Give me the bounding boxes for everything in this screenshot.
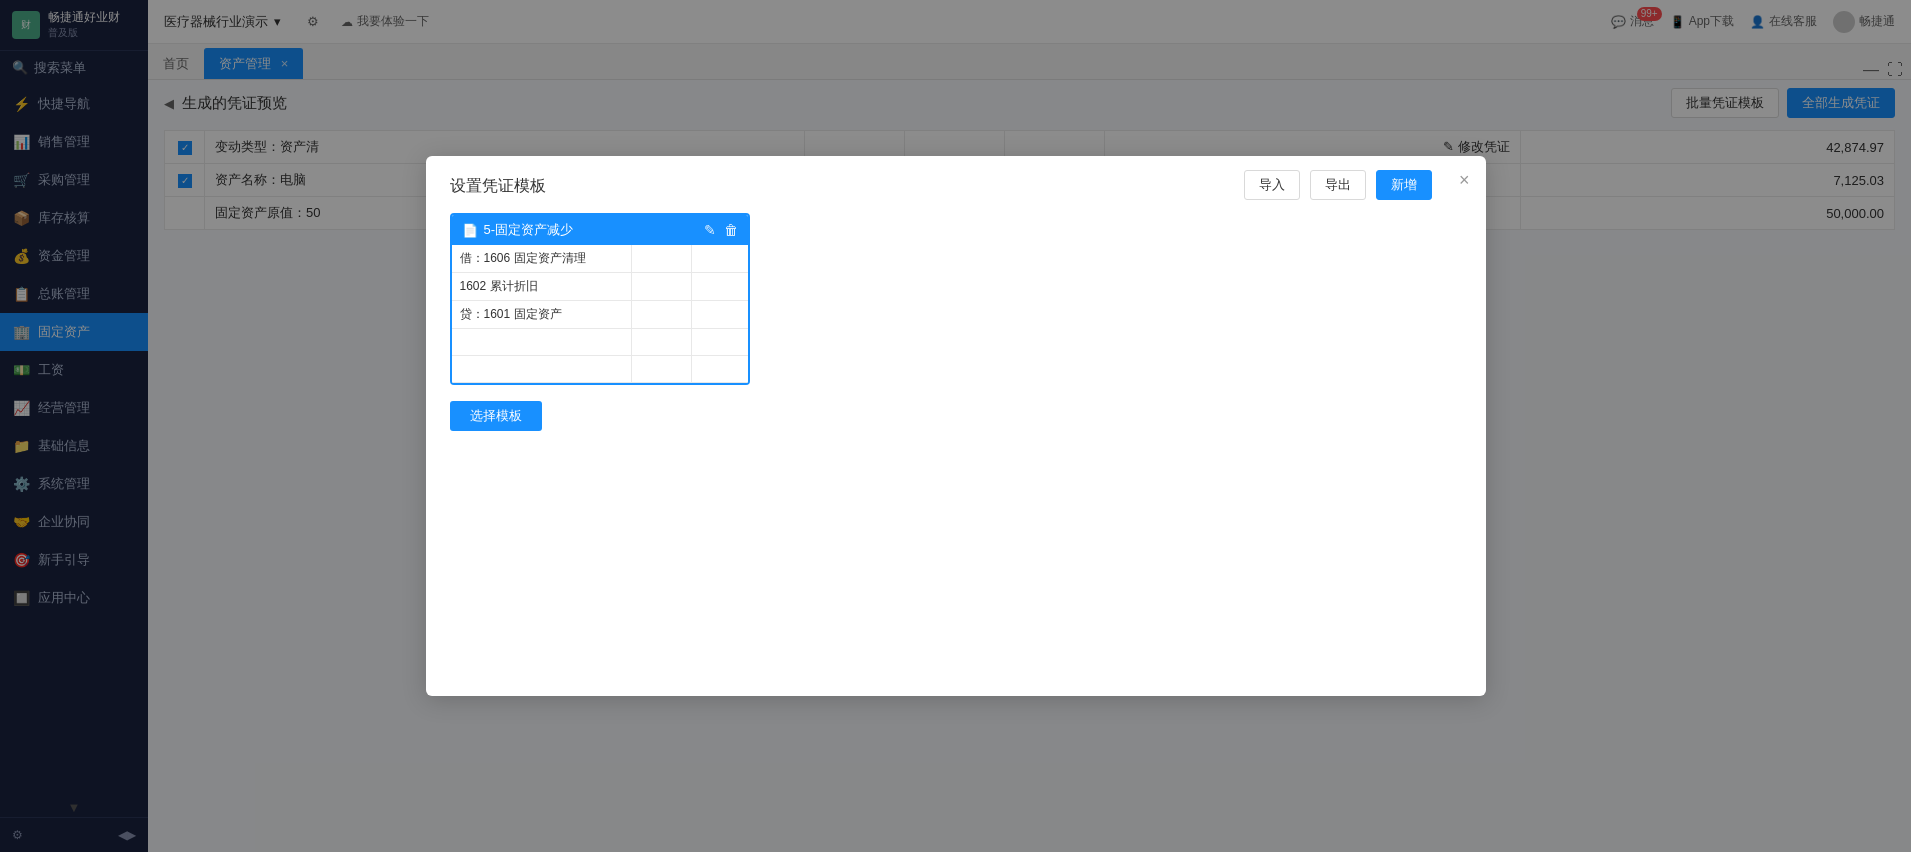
template-debit-cell bbox=[632, 273, 692, 300]
template-delete-button[interactable]: 🗑 bbox=[724, 222, 738, 238]
template-account-cell: 借：1606 固定资产清理 bbox=[452, 245, 632, 272]
modal-close-button[interactable]: × bbox=[1459, 170, 1470, 191]
template-header-actions: ✎ 🗑 bbox=[704, 222, 738, 238]
choose-template-button[interactable]: 选择模板 bbox=[450, 401, 542, 431]
template-debit-cell bbox=[632, 301, 692, 328]
new-template-button[interactable]: 新增 bbox=[1376, 170, 1432, 200]
modal-action-buttons: 导入 导出 新增 bbox=[1244, 170, 1432, 200]
template-account-cell: 1602 累计折旧 bbox=[452, 273, 632, 300]
template-card: 📄 5-固定资产减少 ✎ 🗑 借：1606 固定资产清理 1602 累计折旧 bbox=[450, 213, 750, 385]
template-debit-cell bbox=[632, 245, 692, 272]
template-doc-icon: 📄 bbox=[462, 223, 478, 238]
template-empty-cell bbox=[632, 329, 692, 355]
template-row: 贷：1601 固定资产 bbox=[452, 301, 748, 329]
modal-body: 📄 5-固定资产减少 ✎ 🗑 借：1606 固定资产清理 1602 累计折旧 bbox=[426, 213, 1486, 455]
template-credit-cell bbox=[692, 245, 750, 272]
template-empty-cell bbox=[632, 356, 692, 382]
template-account-cell: 贷：1601 固定资产 bbox=[452, 301, 632, 328]
template-credit-cell bbox=[692, 273, 750, 300]
template-row: 1602 累计折旧 bbox=[452, 273, 748, 301]
template-title: 5-固定资产减少 bbox=[484, 221, 574, 239]
template-empty-cell bbox=[692, 329, 750, 355]
template-card-body: 借：1606 固定资产清理 1602 累计折旧 贷：1601 固定资产 bbox=[452, 245, 748, 383]
template-empty-cell bbox=[692, 356, 750, 382]
template-credit-cell bbox=[692, 301, 750, 328]
export-button[interactable]: 导出 bbox=[1310, 170, 1366, 200]
template-empty-row bbox=[452, 356, 748, 383]
template-edit-button[interactable]: ✎ bbox=[704, 222, 716, 238]
template-row: 借：1606 固定资产清理 bbox=[452, 245, 748, 273]
template-card-header: 📄 5-固定资产减少 ✎ 🗑 bbox=[452, 215, 748, 245]
template-empty-cell bbox=[452, 356, 632, 382]
template-empty-row bbox=[452, 329, 748, 356]
template-empty-cell bbox=[452, 329, 632, 355]
import-button[interactable]: 导入 bbox=[1244, 170, 1300, 200]
template-modal: 设置凭证模板 导入 导出 新增 × 📄 5-固定资产减少 ✎ 🗑 借：1606 … bbox=[426, 156, 1486, 696]
